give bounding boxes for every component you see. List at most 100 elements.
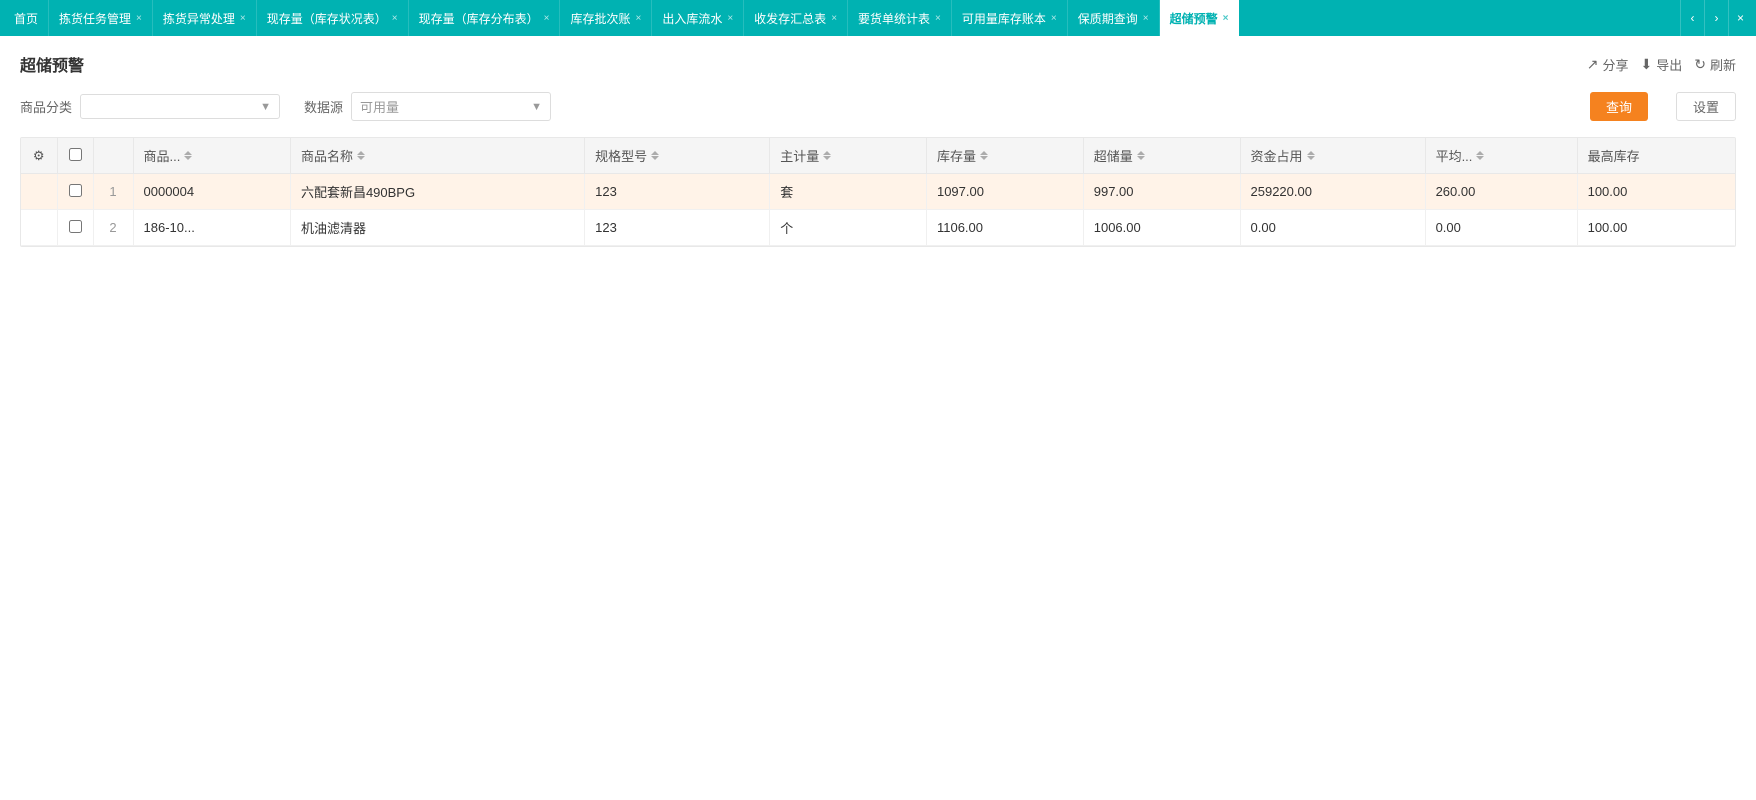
row-unit: 个 — [770, 210, 927, 246]
table-row: 1 0000004 六配套新昌490BPG 123 套 1097.00 997.… — [21, 174, 1735, 210]
nav-tab-quality-check[interactable]: 保质期查询 × — [1068, 0, 1160, 36]
close-icon[interactable]: × — [1051, 13, 1057, 24]
header-actions: ↗ 分享 ⬇ 导出 ↻ 刷新 — [1587, 55, 1736, 74]
data-table: ⚙ 商品... — [21, 138, 1735, 246]
nav-close-button[interactable]: × — [1728, 0, 1752, 36]
row-avg: 260.00 — [1425, 174, 1577, 210]
export-button[interactable]: ⬇ 导出 — [1641, 55, 1683, 74]
close-icon[interactable]: × — [935, 13, 941, 24]
chevron-down-icon: ▼ — [260, 101, 271, 113]
sort-icon — [980, 151, 988, 160]
close-icon[interactable]: × — [831, 13, 837, 24]
page-content: 超储预警 ↗ 分享 ⬇ 导出 ↻ 刷新 商品分类 ▼ 数据源 — [0, 36, 1756, 800]
nav-arrows: ‹ › × — [1680, 0, 1752, 36]
column-header-overstock[interactable]: 超储量 — [1083, 138, 1240, 174]
nav-tab-home[interactable]: 首页 — [4, 0, 49, 36]
filter-buttons: 查询 — [1590, 92, 1648, 121]
row-stock: 1097.00 — [926, 174, 1083, 210]
nav-tab-inout-flow[interactable]: 出入库流水 × — [652, 0, 744, 36]
nav-tab-batch[interactable]: 库存批次账 × — [560, 0, 652, 36]
column-header-num — [93, 138, 133, 174]
nav-tab-inventory-dist[interactable]: 现存量（库存分布表） × — [409, 0, 561, 36]
row-capital: 259220.00 — [1240, 174, 1425, 210]
table-header-row: ⚙ 商品... — [21, 138, 1735, 174]
select-all-checkbox[interactable] — [69, 148, 82, 161]
row-max-stock: 100.00 — [1577, 210, 1735, 246]
sort-icon — [1307, 151, 1315, 160]
sort-icon — [651, 151, 659, 160]
close-icon[interactable]: × — [544, 13, 550, 24]
row-stock: 1106.00 — [926, 210, 1083, 246]
nav-tab-inventory-status[interactable]: 现存量（库存状况表） × — [257, 0, 409, 36]
close-icon[interactable]: × — [1143, 13, 1149, 24]
row-num: 1 — [93, 174, 133, 210]
nav-tab-task-mgmt[interactable]: 拣货任务管理 × — [49, 0, 153, 36]
row-product-code: 0000004 — [133, 174, 290, 210]
top-nav: 首页 拣货任务管理 × 拣货异常处理 × 现存量（库存状况表） × 现存量（库存… — [0, 0, 1756, 36]
datasource-select[interactable]: 可用量 ▼ — [351, 92, 551, 121]
row-checkbox-cell[interactable] — [57, 210, 93, 246]
category-select-text — [89, 99, 93, 114]
row-checkbox-cell[interactable] — [57, 174, 93, 210]
page-title: 超储预警 — [20, 52, 84, 76]
datasource-select-value: 可用量 — [360, 97, 399, 116]
sort-icon — [1476, 151, 1484, 160]
page-header: 超储预警 ↗ 分享 ⬇ 导出 ↻ 刷新 — [20, 52, 1736, 76]
chevron-down-icon: ▼ — [531, 101, 542, 113]
row-max-stock: 100.00 — [1577, 174, 1735, 210]
share-button[interactable]: ↗ 分享 — [1587, 55, 1629, 74]
close-icon[interactable]: × — [727, 13, 733, 24]
sort-icon — [184, 151, 192, 160]
column-header-stock[interactable]: 库存量 — [926, 138, 1083, 174]
row-spec: 123 — [585, 210, 770, 246]
row-overstock: 1006.00 — [1083, 210, 1240, 246]
settings-button[interactable]: 设置 — [1676, 92, 1736, 121]
nav-arrow-left-button[interactable]: ‹ — [1680, 0, 1704, 36]
share-icon: ↗ — [1587, 56, 1599, 73]
refresh-icon: ↻ — [1694, 56, 1706, 73]
close-icon[interactable]: × — [240, 13, 246, 24]
row-capital: 0.00 — [1240, 210, 1425, 246]
nav-tab-overstock[interactable]: 超储预警 × — [1160, 0, 1240, 36]
close-icon[interactable]: × — [392, 13, 398, 24]
nav-tab-abnormal[interactable]: 拣货异常处理 × — [153, 0, 257, 36]
close-icon[interactable]: × — [136, 13, 142, 24]
row-avg: 0.00 — [1425, 210, 1577, 246]
table-row: 2 186-10... 机油滤清器 123 个 1106.00 1006.00 … — [21, 210, 1735, 246]
close-icon[interactable]: × — [1223, 13, 1229, 24]
datasource-label: 数据源 — [304, 97, 343, 116]
column-header-spec[interactable]: 规格型号 — [585, 138, 770, 174]
column-header-product-name[interactable]: 商品名称 — [290, 138, 584, 174]
sort-icon — [357, 151, 365, 160]
table-container: ⚙ 商品... — [20, 137, 1736, 247]
filter-area: 商品分类 ▼ 数据源 可用量 ▼ 查询 设置 — [20, 92, 1736, 121]
export-icon: ⬇ — [1641, 56, 1653, 73]
sort-icon — [823, 151, 831, 160]
filter-group-category: 商品分类 ▼ — [20, 94, 280, 119]
nav-arrow-right-button[interactable]: › — [1704, 0, 1728, 36]
row-product-name: 机油滤清器 — [290, 210, 584, 246]
row-checkbox[interactable] — [69, 184, 82, 197]
nav-tab-available-account[interactable]: 可用量库存账本 × — [952, 0, 1068, 36]
column-header-gear[interactable]: ⚙ — [21, 138, 57, 174]
row-overstock: 997.00 — [1083, 174, 1240, 210]
nav-tab-order-stats[interactable]: 要货单统计表 × — [848, 0, 952, 36]
row-unit: 套 — [770, 174, 927, 210]
table-body: 1 0000004 六配套新昌490BPG 123 套 1097.00 997.… — [21, 174, 1735, 246]
row-spec: 123 — [585, 174, 770, 210]
row-num: 2 — [93, 210, 133, 246]
row-gear-cell — [21, 210, 57, 246]
category-select[interactable]: ▼ — [80, 94, 280, 119]
sort-icon — [1137, 151, 1145, 160]
row-checkbox[interactable] — [69, 220, 82, 233]
nav-tab-collect[interactable]: 收发存汇总表 × — [744, 0, 848, 36]
column-header-unit[interactable]: 主计量 — [770, 138, 927, 174]
close-icon[interactable]: × — [635, 13, 641, 24]
query-button[interactable]: 查询 — [1590, 92, 1648, 121]
column-header-checkbox[interactable] — [57, 138, 93, 174]
refresh-button[interactable]: ↻ 刷新 — [1694, 55, 1736, 74]
column-header-avg[interactable]: 平均... — [1425, 138, 1577, 174]
column-header-product-code[interactable]: 商品... — [133, 138, 290, 174]
column-header-capital[interactable]: 资金占用 — [1240, 138, 1425, 174]
column-header-max-stock: 最高库存 — [1577, 138, 1735, 174]
